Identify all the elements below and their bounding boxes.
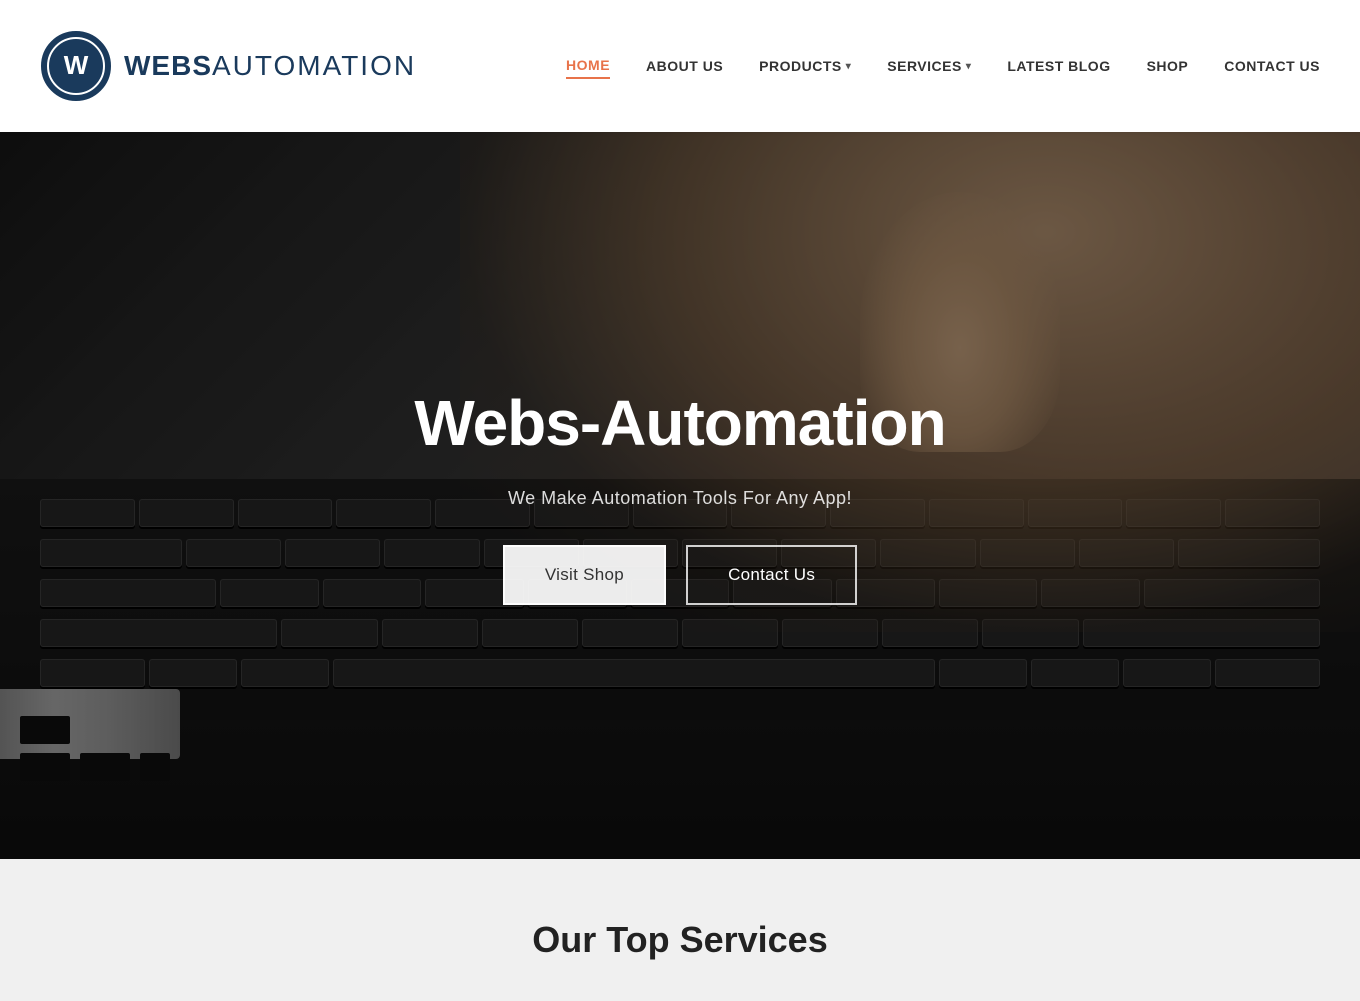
hero-buttons: Visit Shop Contact Us (503, 545, 857, 605)
logo[interactable]: W WEBS AUTOMATION (40, 30, 416, 102)
nav-latest-blog[interactable]: LATEST BLOG (1007, 54, 1110, 78)
hero-title: Webs-Automation (414, 386, 945, 460)
services-chevron-icon: ▾ (966, 61, 972, 72)
logo-automation: AUTOMATION (212, 52, 416, 80)
header: W WEBS AUTOMATION HOME ABOUT US PRODUCTS… (0, 0, 1360, 132)
contact-us-button[interactable]: Contact Us (686, 545, 857, 605)
nav-shop[interactable]: SHOP (1147, 54, 1189, 78)
hero-content: Webs-Automation We Make Automation Tools… (414, 386, 945, 605)
hero-section: Webs-Automation We Make Automation Tools… (0, 132, 1360, 859)
visit-shop-button[interactable]: Visit Shop (503, 545, 666, 605)
services-title: Our Top Services (40, 919, 1320, 961)
nav-home[interactable]: HOME (566, 53, 610, 79)
hero-subtitle: We Make Automation Tools For Any App! (508, 488, 852, 509)
nav-services[interactable]: SERVICES ▾ (887, 54, 971, 78)
products-chevron-icon: ▾ (846, 61, 852, 72)
nav-about-us[interactable]: ABOUT US (646, 54, 723, 78)
logo-text: WEBS AUTOMATION (124, 52, 416, 80)
logo-icon: W (40, 30, 112, 102)
logo-webs: WEBS (124, 52, 212, 80)
nav-products[interactable]: PRODUCTS ▾ (759, 54, 851, 78)
nav-contact-us[interactable]: CONTACT US (1224, 54, 1320, 78)
svg-text:W: W (64, 50, 89, 80)
main-nav: HOME ABOUT US PRODUCTS ▾ SERVICES ▾ LATE… (566, 53, 1320, 79)
services-section: Our Top Services (0, 859, 1360, 1001)
